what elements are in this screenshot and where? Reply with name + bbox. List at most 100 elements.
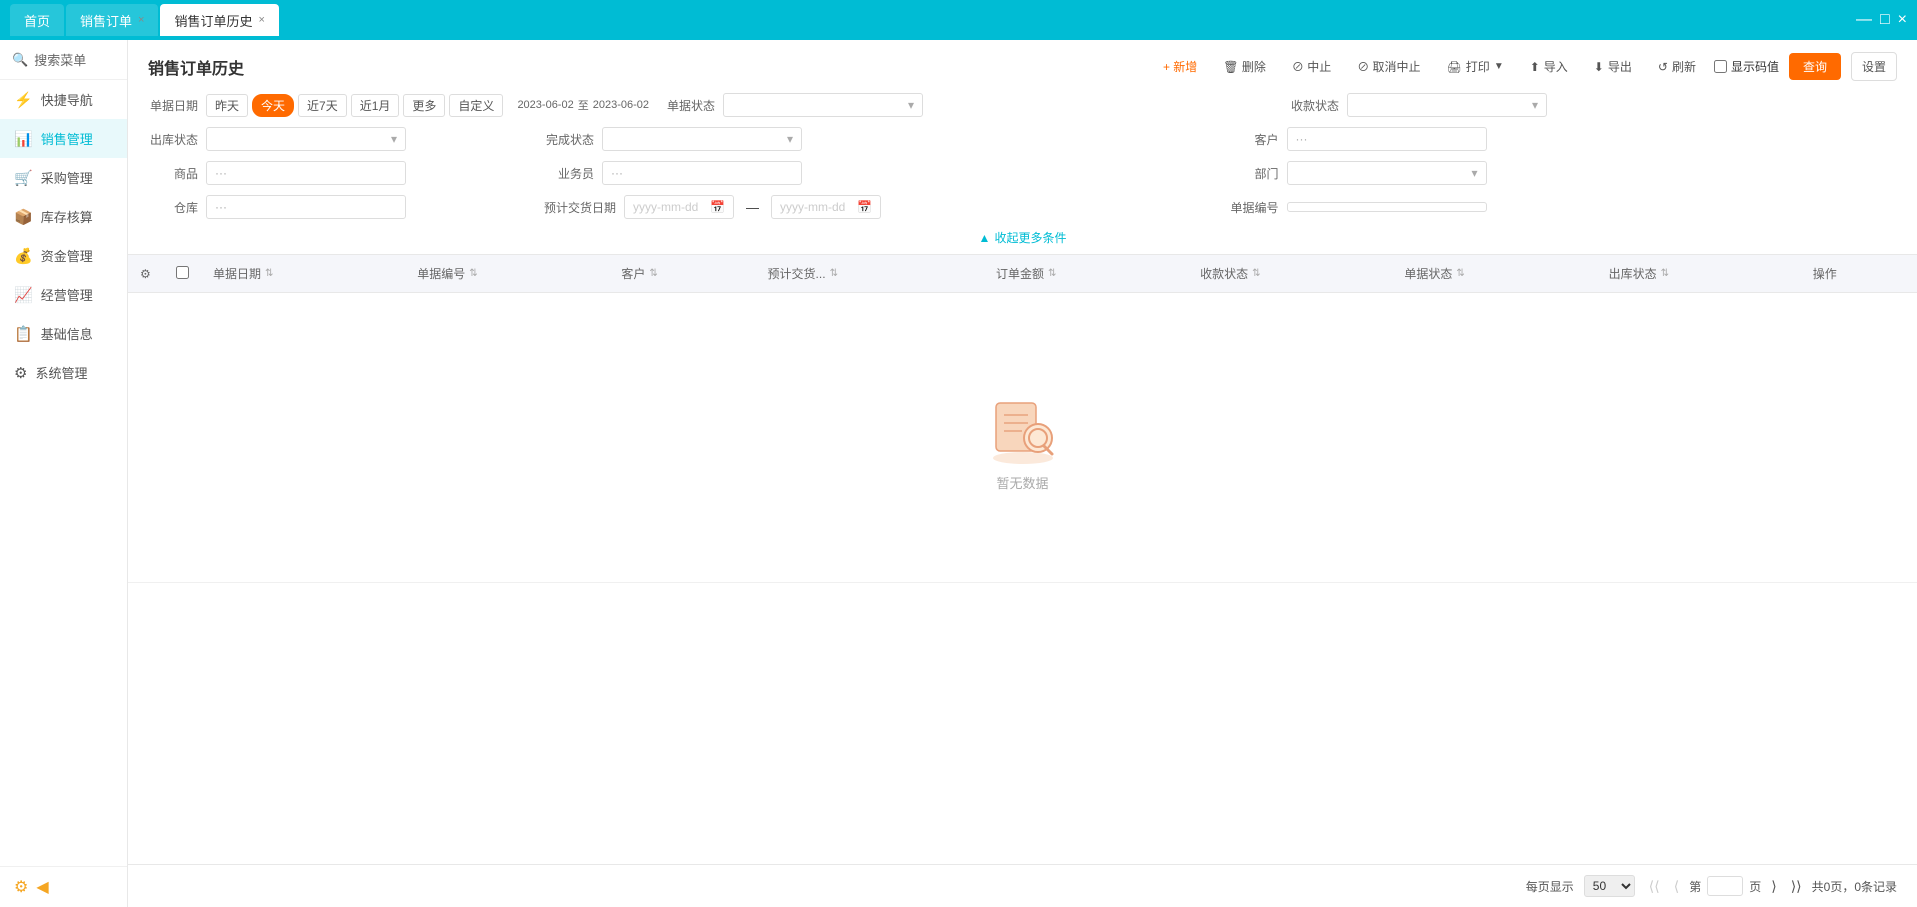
cancel-stop-btn[interactable]: ⊘ 取消中止: [1349, 54, 1428, 79]
th-bill-no[interactable]: 单据编号 ⇅: [405, 255, 609, 293]
sidebar-item-purchase[interactable]: 🛒 采购管理: [0, 158, 127, 197]
sidebar-item-finance[interactable]: 💰 资金管理: [0, 236, 127, 275]
tab-sales-order[interactable]: 销售订单 ×: [66, 4, 158, 36]
th-bill-status[interactable]: 单据状态 ⇅: [1392, 255, 1596, 293]
refresh-btn[interactable]: ↺ 刷新: [1650, 54, 1704, 79]
query-btn[interactable]: 查询: [1789, 53, 1841, 80]
date-btn-1month[interactable]: 近1月: [351, 94, 400, 117]
first-page-btn[interactable]: ⟨⟨: [1645, 876, 1664, 897]
last-page-btn[interactable]: ⟩⟩: [1787, 876, 1806, 897]
completion-status-arrow: ▾: [787, 132, 793, 146]
warehouse-control[interactable]: ···: [206, 195, 406, 219]
customer-dots: ···: [1296, 132, 1308, 146]
dept-control[interactable]: ▾: [1287, 161, 1487, 185]
filter-expected-delivery: 预计交货日期 yyyy-mm-dd 📅 — yyyy-mm-dd 📅: [544, 195, 1213, 219]
customer-control[interactable]: ···: [1287, 127, 1487, 151]
tab-home[interactable]: 首页: [10, 4, 64, 36]
salesman-control[interactable]: ···: [602, 161, 802, 185]
expected-delivery-placeholder-from: yyyy-mm-dd: [633, 200, 698, 214]
restore-btn[interactable]: □: [1880, 11, 1890, 29]
th-order-amount[interactable]: 订单金额 ⇅: [984, 255, 1188, 293]
th-payment-status[interactable]: 收款状态 ⇅: [1188, 255, 1392, 293]
tab-sales-order-history[interactable]: 销售订单历史 ×: [160, 4, 278, 36]
filter-bill-no: 单据编号: [1229, 199, 1898, 216]
expected-delivery-from[interactable]: yyyy-mm-dd 📅: [624, 195, 734, 219]
per-page-select[interactable]: 10 20 50 100: [1584, 875, 1635, 897]
sidebar-search[interactable]: 🔍 搜索菜单: [0, 40, 127, 80]
th-delivery-date[interactable]: 预计交货... ⇅: [756, 255, 984, 293]
th-customer-sort: ⇅: [649, 268, 657, 279]
th-date[interactable]: 单据日期 ⇅: [201, 255, 405, 293]
export-label: 导出: [1608, 58, 1632, 75]
sidebar-item-operations[interactable]: 📈 经营管理: [0, 275, 127, 314]
date-btn-more[interactable]: 更多: [403, 94, 445, 117]
import-btn[interactable]: ⬆ 导入: [1522, 54, 1576, 79]
tab-sales-order-close[interactable]: ×: [138, 14, 144, 26]
display-cols-input[interactable]: [1714, 60, 1727, 73]
goods-control[interactable]: ···: [206, 161, 406, 185]
filter-row-3: 商品 ··· 业务员 ··· 部门 ▾: [148, 161, 1897, 185]
date-btn-custom[interactable]: 自定义: [449, 94, 503, 117]
sidebar-settings-icon[interactable]: ⚙: [14, 877, 28, 897]
th-checkbox[interactable]: [164, 255, 201, 293]
delete-btn[interactable]: 🗑 删除: [1215, 54, 1274, 79]
import-label: 导入: [1544, 58, 1568, 75]
date-btn-7days[interactable]: 近7天: [298, 94, 347, 117]
collapse-label: 收起更多条件: [994, 229, 1066, 246]
quicknav-icon: ⚡: [14, 91, 33, 109]
sidebar-item-basic-info[interactable]: 📋 基础信息: [0, 314, 127, 353]
sidebar-item-finance-label: 资金管理: [41, 246, 93, 265]
display-cols-checkbox[interactable]: 显示码值: [1714, 58, 1779, 75]
dept-arrow: ▾: [1471, 166, 1477, 180]
print-btn[interactable]: 🖨 打印 ▼: [1439, 54, 1512, 79]
th-customer[interactable]: 客户 ⇅: [609, 255, 755, 293]
toolbar: + 新增 🗑 删除 ⊘ 中止 ⊘ 取消中止 🖨 打印 ▼ ⬆ 导入 ⬇: [1155, 52, 1897, 81]
sidebar-item-sales[interactable]: 📊 销售管理: [0, 119, 127, 158]
prev-page-btn[interactable]: ⟨: [1670, 876, 1683, 897]
settings-btn[interactable]: 设置: [1851, 52, 1897, 81]
empty-state-icon: [978, 383, 1068, 473]
page-label-suffix: 页: [1749, 878, 1761, 895]
delivery-status-label: 出库状态: [148, 131, 198, 148]
sidebar-collapse-icon[interactable]: ◀: [36, 877, 48, 897]
bill-status-control[interactable]: ▾: [723, 93, 923, 117]
expected-delivery-to[interactable]: yyyy-mm-dd 📅: [771, 195, 881, 219]
new-btn[interactable]: + 新增: [1155, 54, 1205, 79]
finance-icon: 💰: [14, 247, 33, 265]
bill-no-label: 单据编号: [1229, 199, 1279, 216]
minimize-btn[interactable]: —: [1856, 11, 1872, 29]
sidebar-item-inventory-label: 库存核算: [41, 207, 93, 226]
completion-status-control[interactable]: ▾: [602, 127, 802, 151]
date-label: 单据日期: [148, 97, 198, 114]
main-layout: 🔍 搜索菜单 ⚡ 快捷导航 📊 销售管理 🛒 采购管理 📦 库存核算 💰 资金管…: [0, 40, 1917, 907]
tab-sales-order-history-close[interactable]: ×: [258, 14, 264, 26]
purchase-icon: 🛒: [14, 169, 33, 187]
top-bar: 首页 销售订单 × 销售订单历史 × — □ ×: [0, 0, 1917, 40]
delivery-status-control[interactable]: ▾: [206, 127, 406, 151]
close-btn[interactable]: ×: [1898, 11, 1907, 29]
bill-no-control[interactable]: [1287, 202, 1487, 212]
th-outbound-status[interactable]: 出库状态 ⇅: [1597, 255, 1801, 293]
empty-state: 暂无数据: [140, 303, 1905, 572]
stop-btn[interactable]: ⊘ 中止: [1284, 54, 1339, 79]
th-actions-label: 操作: [1813, 267, 1837, 281]
payment-status-control[interactable]: ▾: [1347, 93, 1547, 117]
sidebar-item-quicknav[interactable]: ⚡ 快捷导航: [0, 80, 127, 119]
table-area: ⚙ 单据日期 ⇅ 单据编号 ⇅: [128, 255, 1917, 864]
bill-status-arrow: ▾: [908, 98, 914, 112]
goods-label: 商品: [148, 165, 198, 182]
sidebar-item-system[interactable]: ⚙ 系统管理: [0, 353, 127, 392]
th-settings[interactable]: ⚙: [128, 255, 164, 293]
date-btn-yesterday[interactable]: 昨天: [206, 94, 248, 117]
page-title-row: 销售订单历史 + 新增 🗑 删除 ⊘ 中止 ⊘ 取消中止 🖨 打印 ▼ ⬆ 导入: [148, 52, 1897, 81]
current-page-input[interactable]: 1: [1707, 876, 1743, 896]
bill-status-label: 单据状态: [665, 97, 715, 114]
export-btn[interactable]: ⬇ 导出: [1586, 54, 1640, 79]
date-to-display: 2023-06-02: [593, 99, 649, 111]
date-btn-today[interactable]: 今天: [252, 94, 294, 117]
select-all-checkbox[interactable]: [176, 266, 189, 279]
display-cols-label: 显示码值: [1731, 58, 1779, 75]
collapse-btn[interactable]: ▲ 收起更多条件: [148, 229, 1897, 246]
sidebar-item-inventory[interactable]: 📦 库存核算: [0, 197, 127, 236]
next-page-btn[interactable]: ⟩: [1767, 876, 1780, 897]
